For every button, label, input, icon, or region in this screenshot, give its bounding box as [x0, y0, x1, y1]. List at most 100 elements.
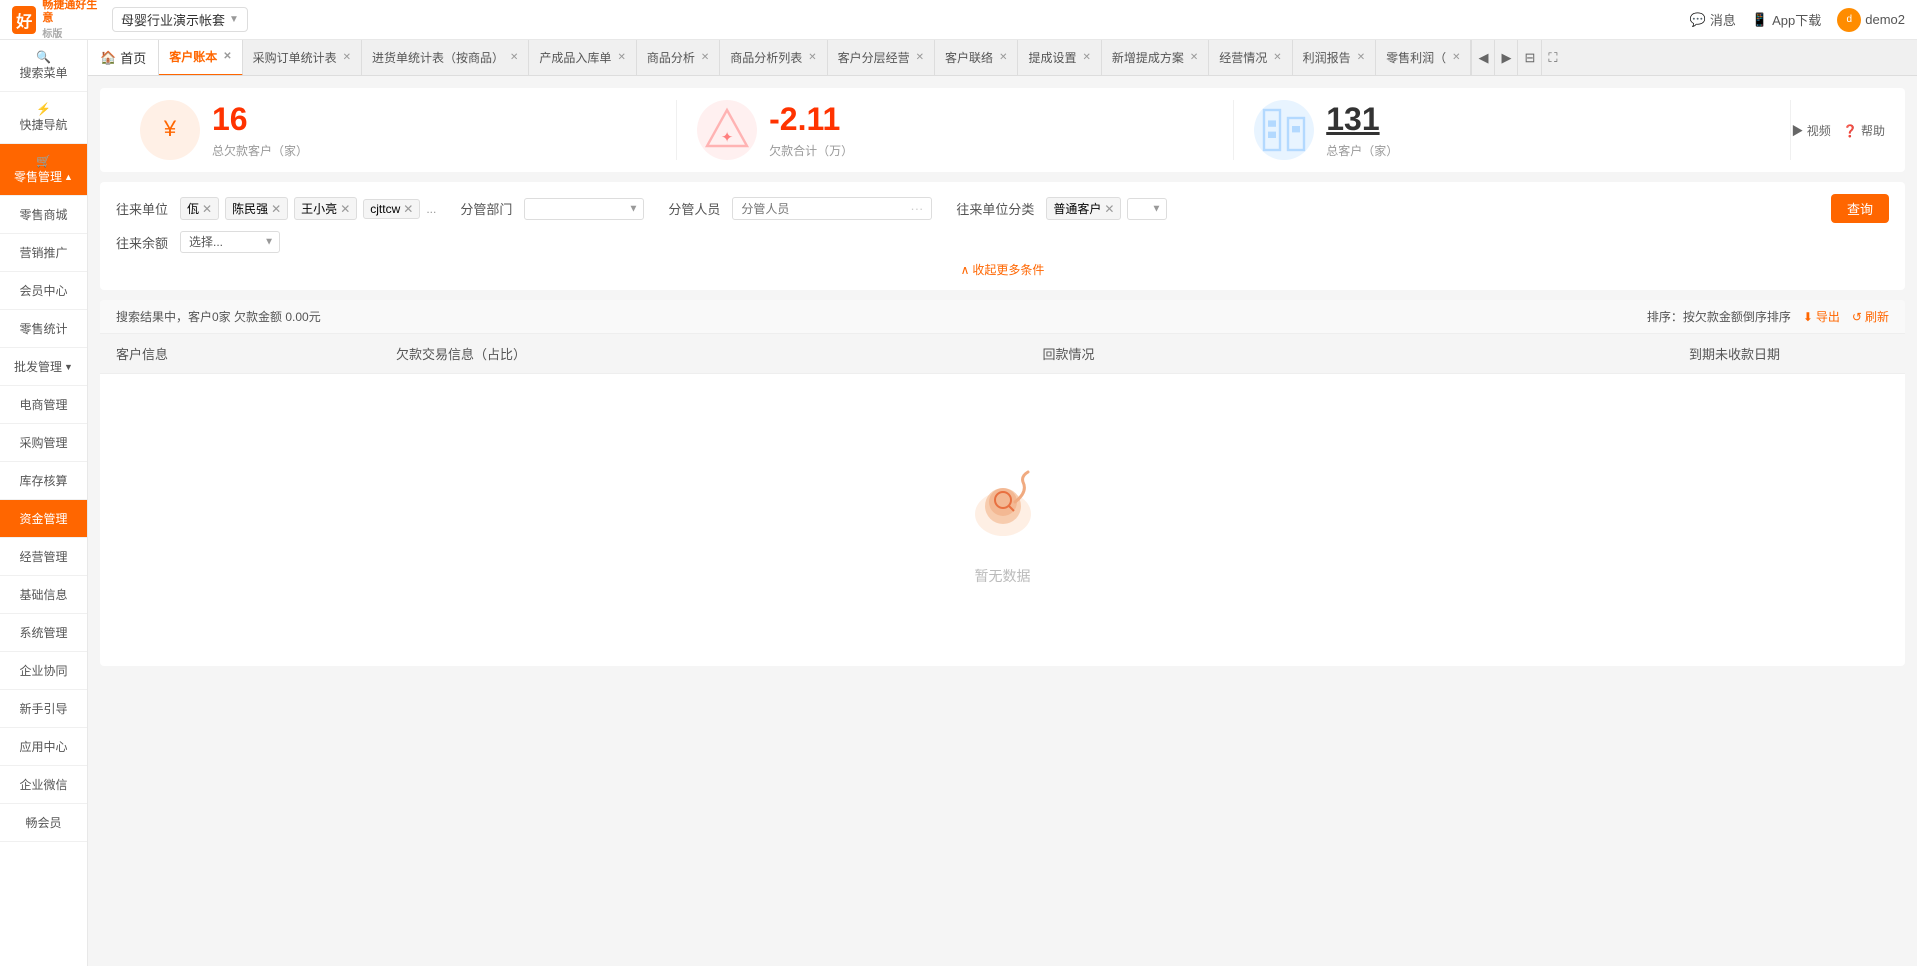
sidebar-item-finance[interactable]: 资金管理 [0, 500, 87, 538]
sidebar-item-basic-info[interactable]: 基础信息 [0, 576, 87, 614]
filter-tag-unit-class[interactable]: 普通客户 ✕ [1046, 197, 1121, 220]
tab-close-icon[interactable]: ✕ [999, 52, 1007, 63]
filter-tag-3[interactable]: 王小亮 ✕ [294, 197, 357, 220]
tab-home[interactable]: 🏠 首页 [88, 40, 159, 76]
sidebar-item-inventory[interactable]: 库存核算 [0, 462, 87, 500]
filter-label-dept: 分管部门 [460, 199, 512, 218]
remove-tag-1[interactable]: ✕ [202, 202, 212, 216]
person-input-wrap: ··· [732, 197, 932, 220]
remove-tag-2[interactable]: ✕ [271, 202, 281, 216]
sidebar-item-ecommerce[interactable]: 电商管理 [0, 386, 87, 424]
remove-tag-unit-class[interactable]: ✕ [1104, 202, 1114, 216]
sidebar-item-system[interactable]: 系统管理 [0, 614, 87, 652]
tab-close-icon[interactable]: ✕ [1452, 52, 1460, 63]
tab-nav-prev[interactable]: ◀ [1471, 40, 1494, 76]
video-btn[interactable]: ▶ 视频 [1791, 122, 1830, 139]
sidebar-item-member-plus[interactable]: 畅会员 [0, 804, 87, 842]
sidebar-item-marketing[interactable]: 营销推广 [0, 234, 87, 272]
tab-label: 商品分析 [647, 49, 695, 66]
tab-label: 进货单统计表（按商品） [372, 49, 504, 66]
video-icon: ▶ [1791, 124, 1803, 138]
tab-nav-more[interactable]: ⊟ [1517, 40, 1541, 76]
th-customer-info: 客户信息 [116, 344, 396, 363]
message-btn[interactable]: 💬 消息 [1690, 10, 1736, 29]
sort-label[interactable]: 排序：按欠款金额倒序排序 [1647, 308, 1791, 325]
sidebar-item-search[interactable]: 🔍 搜索菜单 [0, 40, 87, 92]
tab-close-icon[interactable]: ✕ [808, 52, 816, 63]
tab-fullscreen[interactable]: ⛶ [1541, 40, 1563, 76]
user-name: demo2 [1865, 12, 1905, 27]
filter-tags-unit-class: 普通客户 ✕ [1046, 197, 1167, 220]
tab-product-inbound[interactable]: 产成品入库单 ✕ [529, 40, 636, 76]
sidebar-item-enterprise[interactable]: 企业协同 [0, 652, 87, 690]
tab-label: 提成设置 [1028, 49, 1076, 66]
remove-tag-4[interactable]: ✕ [403, 202, 413, 216]
data-table: 搜索结果中，客户0家 欠款金额 0.00元 排序：按欠款金额倒序排序 ⬇ 导出 … [100, 300, 1905, 666]
filter-tag-4[interactable]: cjttcw ✕ [363, 199, 420, 219]
user-avatar-btn[interactable]: d demo2 [1837, 8, 1905, 32]
sidebar-item-label: 系统管理 [6, 624, 81, 641]
collapse-btn[interactable]: ∧ 收起更多条件 [961, 261, 1045, 278]
filter-label-balance: 往来余额 [116, 233, 168, 252]
tab-customer-book[interactable]: 客户账本 ✕ [159, 40, 242, 76]
sidebar-item-enterprise-wechat[interactable]: 企业微信 [0, 766, 87, 804]
tab-retail-profit[interactable]: 零售利润（ ✕ [1376, 40, 1471, 76]
filter-tag-2[interactable]: 陈民强 ✕ [225, 197, 288, 220]
sidebar-item-label: 经营管理 [6, 548, 81, 565]
export-icon: ⬇ [1803, 310, 1813, 324]
sidebar-item-retail-stats[interactable]: 零售统计 [0, 310, 87, 348]
sidebar-item-wholesale[interactable]: 批发管理 ▼ [0, 348, 87, 386]
sidebar-item-retail[interactable]: 🛒 零售管理 ▲ [0, 144, 87, 196]
tab-profit-report[interactable]: 利润报告 ✕ [1293, 40, 1376, 76]
sidebar-item-operations[interactable]: 经营管理 [0, 538, 87, 576]
filter-more-btn[interactable]: ... [426, 202, 436, 216]
query-button[interactable]: 查询 [1831, 194, 1889, 223]
tab-close-icon[interactable]: ✕ [916, 52, 924, 63]
page-content: ¥ 16 总欠款客户（家） ✦ [88, 76, 1917, 966]
dept-select[interactable] [524, 198, 644, 220]
filter-row-units: 往来单位 佤 ✕ 陈民强 ✕ 王小亮 ✕ [116, 194, 1889, 223]
tab-customer-contact[interactable]: 客户联络 ✕ [935, 40, 1018, 76]
tab-product-analysis-list[interactable]: 商品分析列表 ✕ [720, 40, 827, 76]
sidebar-item-label: 零售管理 [14, 168, 62, 185]
sidebar-item-label: 会员中心 [6, 282, 81, 299]
tab-customer-seg[interactable]: 客户分层经营 ✕ [828, 40, 935, 76]
filter-tag-1[interactable]: 佤 ✕ [180, 197, 219, 220]
sidebar-item-new-user[interactable]: 新手引导 [0, 690, 87, 728]
help-btn[interactable]: ❓ 帮助 [1843, 122, 1885, 139]
tab-close-icon[interactable]: ✕ [343, 52, 351, 63]
store-selector[interactable]: 母婴行业演示帐套 ▼ [112, 7, 248, 32]
export-btn[interactable]: ⬇ 导出 [1803, 308, 1840, 325]
app-download-btn[interactable]: 📱 App下载 [1752, 10, 1821, 29]
tab-purchase-order-stats[interactable]: 采购订单统计表 ✕ [243, 40, 362, 76]
tab-close-icon[interactable]: ✕ [510, 52, 518, 63]
retail-icon: 🛒 [6, 154, 81, 168]
remove-tag-3[interactable]: ✕ [340, 202, 350, 216]
tab-close-icon[interactable]: ✕ [1082, 52, 1090, 63]
empty-icon [953, 454, 1053, 554]
sidebar-item-quick-nav[interactable]: ⚡ 快捷导航 [0, 92, 87, 144]
tab-close-icon[interactable]: ✕ [1273, 52, 1281, 63]
tab-label: 客户账本 [169, 48, 217, 65]
refresh-btn[interactable]: ↺ 刷新 [1852, 308, 1889, 325]
sidebar-item-retail-mall[interactable]: 零售商城 [0, 196, 87, 234]
tab-operations[interactable]: 经营情况 ✕ [1209, 40, 1292, 76]
balance-select[interactable]: 选择... [180, 231, 280, 253]
stat-icon-debt: ✦ [697, 100, 757, 160]
tab-nav-next[interactable]: ▶ [1494, 40, 1517, 76]
tab-close-icon[interactable]: ✕ [701, 52, 709, 63]
tab-close-icon[interactable]: ✕ [1190, 52, 1198, 63]
unit-class-select[interactable] [1127, 198, 1167, 220]
tab-close-icon[interactable]: ✕ [223, 51, 231, 62]
tab-label: 产成品入库单 [539, 49, 611, 66]
tab-inbound-stats[interactable]: 进货单统计表（按商品） ✕ [362, 40, 529, 76]
tab-close-icon[interactable]: ✕ [617, 52, 625, 63]
person-input[interactable] [741, 202, 910, 216]
tab-new-promotion-plan[interactable]: 新增提成方案 ✕ [1102, 40, 1209, 76]
tab-product-analysis[interactable]: 商品分析 ✕ [637, 40, 720, 76]
sidebar-item-app-center[interactable]: 应用中心 [0, 728, 87, 766]
sidebar-item-purchase[interactable]: 采购管理 [0, 424, 87, 462]
sidebar-item-members[interactable]: 会员中心 [0, 272, 87, 310]
tab-promotion-settings[interactable]: 提成设置 ✕ [1018, 40, 1101, 76]
tab-close-icon[interactable]: ✕ [1357, 52, 1365, 63]
